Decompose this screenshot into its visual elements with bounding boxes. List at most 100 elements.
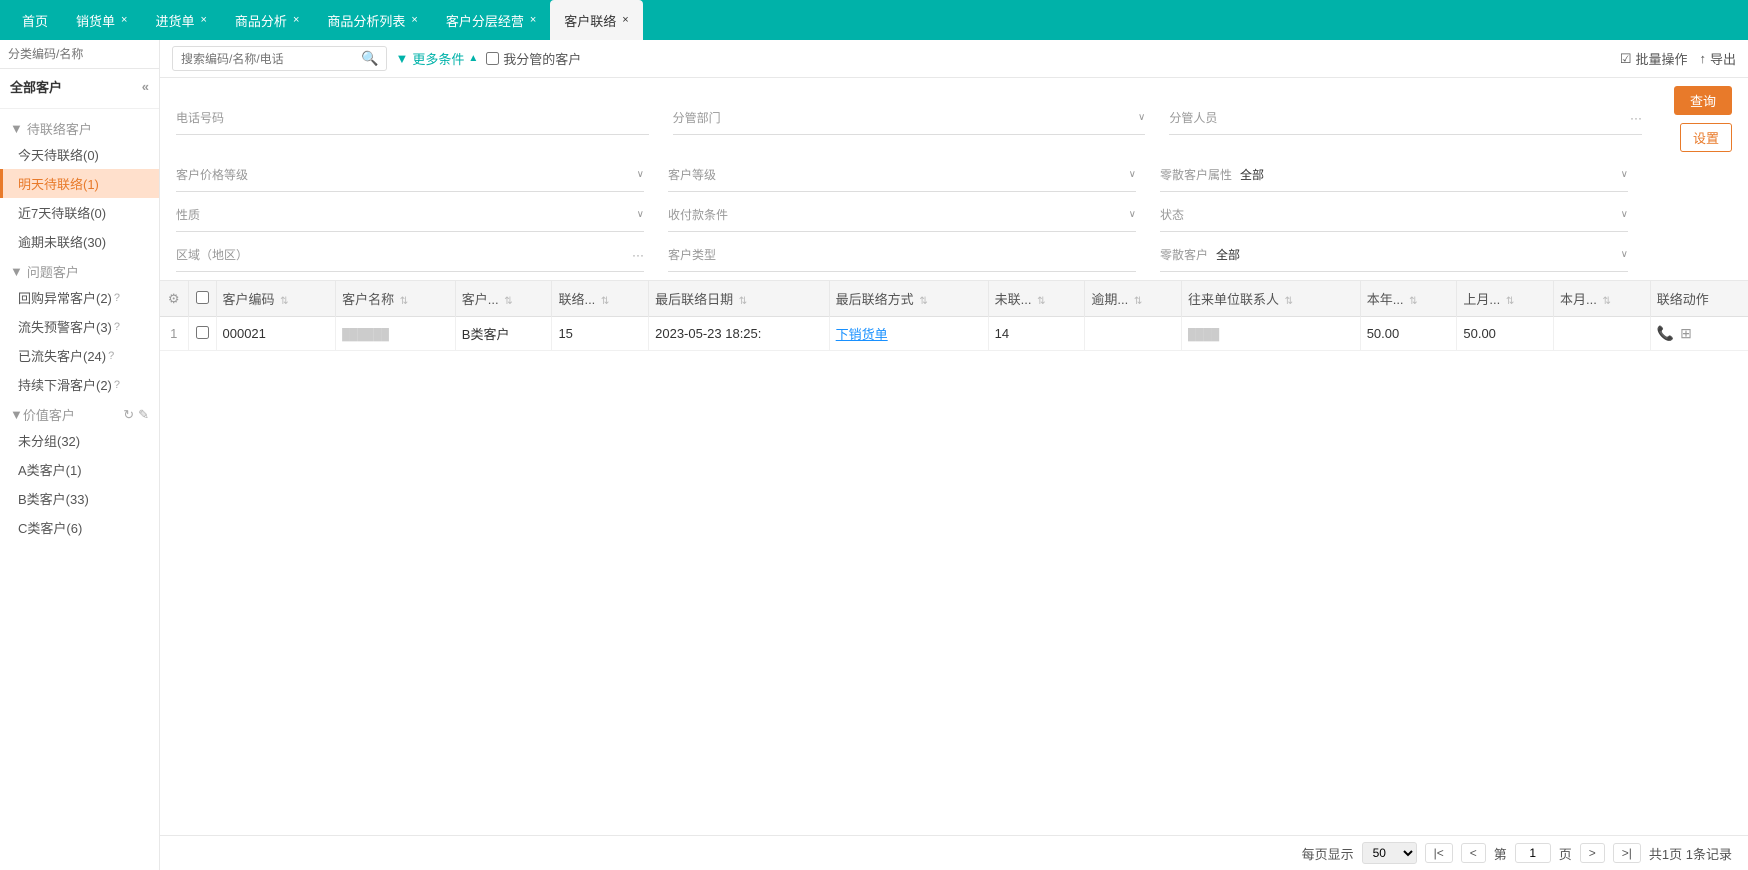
filter-type-label: 客户类型: [668, 246, 716, 263]
this-year-sort-icon[interactable]: ⇅: [1409, 296, 1417, 307]
filter-status-arrow-icon[interactable]: ∨: [1621, 209, 1628, 220]
sidebar-collapse-icon[interactable]: «: [142, 79, 149, 94]
filter-row-1: 电话号码 分管部门 ∨ 分管人员 ··· 查询 设置: [176, 86, 1732, 152]
nav-sales-order[interactable]: 销货单 ×: [62, 0, 141, 40]
col-last-month-header: 上月... ⇅: [1457, 281, 1554, 317]
nav-home[interactable]: 首页: [8, 0, 62, 40]
category-sort-icon[interactable]: ⇅: [504, 296, 512, 307]
sidebar-item-7days-pending[interactable]: 近7天待联络(0): [0, 198, 159, 227]
page-unit: 页: [1559, 844, 1572, 863]
unit-sort-icon[interactable]: ⇅: [1285, 296, 1293, 307]
name-sort-icon[interactable]: ⇅: [400, 296, 408, 307]
select-all-checkbox[interactable]: [196, 291, 209, 304]
export-button[interactable]: ↑ 导出: [1699, 49, 1736, 68]
loss-warning-help-icon: ?: [114, 321, 120, 333]
row-1-checkbox-cell: [188, 317, 216, 351]
close-sales-order-icon[interactable]: ×: [121, 14, 127, 26]
sidebar-search-input[interactable]: [8, 47, 160, 61]
filter-retail-attr-value: 全部: [1240, 166, 1617, 183]
filter-nature-arrow-icon[interactable]: ∨: [637, 209, 644, 220]
filter-retail-attr-label: 零散客户属性: [1160, 166, 1232, 183]
uncontact-sort-icon[interactable]: ⇅: [1037, 296, 1045, 307]
sidebar-item-loss-warning[interactable]: 流失预警客户(3) ?: [0, 312, 159, 341]
sidebar-all-customers[interactable]: 全部客户 «: [0, 69, 159, 104]
code-sort-icon[interactable]: ⇅: [280, 296, 288, 307]
edit-icon[interactable]: ✎: [138, 407, 149, 423]
filter-region-dots[interactable]: ···: [632, 248, 644, 262]
pagination-bar: 每页显示 50 100 200 |< < 第 页 > >| 共1页 1条记录: [160, 835, 1748, 870]
close-contact-icon[interactable]: ×: [622, 14, 628, 26]
refresh-icon[interactable]: ↻: [123, 407, 134, 423]
row-1-unit-blur: ████: [1188, 329, 1219, 341]
filter-person-dots[interactable]: ···: [1630, 111, 1642, 125]
filter-retail-arrow-icon[interactable]: ∨: [1621, 249, 1628, 260]
table-row: 1 000021 ██████ B类客户 15 2023-05-23 18:25…: [160, 317, 1748, 351]
more-filter-button[interactable]: ▼ 更多条件 ▲: [395, 49, 478, 68]
filter-payment-arrow-icon[interactable]: ∨: [1129, 209, 1136, 220]
contact-count-sort-icon[interactable]: ⇅: [601, 296, 609, 307]
last-method-sort-icon[interactable]: ⇅: [919, 296, 927, 307]
overdue-sort-icon[interactable]: ⇅: [1134, 296, 1142, 307]
last-date-sort-icon[interactable]: ⇅: [739, 296, 747, 307]
query-button[interactable]: 查询: [1674, 86, 1732, 115]
reset-button[interactable]: 设置: [1680, 123, 1732, 152]
prev-page-button[interactable]: <: [1461, 843, 1486, 863]
row-1-grid-icon[interactable]: ⊞: [1680, 325, 1692, 342]
col-settings-icon[interactable]: ⚙: [160, 281, 188, 317]
col-checkbox-header[interactable]: [188, 281, 216, 317]
sidebar-item-today-pending[interactable]: 今天待联络(0): [0, 140, 159, 169]
sidebar-item-ungrouped[interactable]: 未分组(32): [0, 426, 159, 455]
next-page-button[interactable]: >: [1580, 843, 1605, 863]
sidebar-item-tomorrow-pending[interactable]: 明天待联络(1): [0, 169, 159, 198]
close-product-analysis-icon[interactable]: ×: [293, 14, 299, 26]
sidebar-item-class-a[interactable]: A类客户(1): [0, 455, 159, 484]
last-page-button[interactable]: >|: [1613, 843, 1641, 863]
sidebar-group-problems: ▼ 问题客户: [0, 256, 159, 283]
sidebar-item-lost-customers[interactable]: 已流失客户(24) ?: [0, 341, 159, 370]
per-page-label: 每页显示: [1302, 844, 1354, 863]
row-1-checkbox[interactable]: [196, 326, 209, 339]
sidebar-item-class-c[interactable]: C类客户(6): [0, 513, 159, 542]
nav-customer-contact[interactable]: 客户联络 ×: [550, 0, 642, 40]
this-month-sort-icon[interactable]: ⇅: [1603, 296, 1611, 307]
row-1-method-link[interactable]: 下销货单: [836, 327, 888, 342]
per-page-select[interactable]: 50 100 200: [1362, 842, 1417, 864]
nav-product-analysis-list[interactable]: 商品分析列表 ×: [313, 0, 431, 40]
filter-price-arrow-icon[interactable]: ∨: [637, 169, 644, 180]
row-1-phone-icon[interactable]: 📞: [1657, 325, 1674, 342]
my-customers-checkbox[interactable]: [486, 52, 499, 65]
nav-purchase-order[interactable]: 进货单 ×: [141, 0, 220, 40]
sidebar-item-repurchase-abnormal[interactable]: 回购异常客户(2) ?: [0, 283, 159, 312]
problems-triangle-icon: ▼: [10, 264, 23, 279]
page-number-input[interactable]: [1515, 843, 1551, 863]
sidebar-item-overdue-contact[interactable]: 逾期未联络(30): [0, 227, 159, 256]
nav-customer-segmentation[interactable]: 客户分层经营 ×: [432, 0, 550, 40]
row-1-action-icons: 📞 ⊞: [1657, 325, 1742, 342]
customer-search-icon[interactable]: 🔍: [361, 50, 378, 67]
close-purchase-order-icon[interactable]: ×: [200, 14, 206, 26]
first-page-button[interactable]: |<: [1425, 843, 1453, 863]
sidebar-divider-1: [0, 108, 159, 109]
row-1-category: B类客户: [455, 317, 552, 351]
filter-row-4: 区域（地区） ··· 客户类型 零散客户 全部 ∨: [176, 240, 1732, 272]
row-1-contact-count: 15: [552, 317, 649, 351]
nav-product-analysis[interactable]: 商品分析 ×: [221, 0, 313, 40]
toolbar-right: ☑ 批量操作 ↑ 导出: [1620, 49, 1736, 68]
batch-operation-button[interactable]: ☑ 批量操作: [1620, 49, 1688, 68]
last-month-sort-icon[interactable]: ⇅: [1506, 296, 1514, 307]
close-segmentation-icon[interactable]: ×: [530, 14, 536, 26]
page-label: 第: [1494, 844, 1507, 863]
filter-dept-arrow-icon[interactable]: ∨: [1138, 112, 1145, 123]
filter-retail-attr: 零散客户属性 全部 ∨: [1160, 160, 1628, 192]
sidebar-item-class-b[interactable]: B类客户(33): [0, 484, 159, 513]
filter-retail-attr-arrow-icon[interactable]: ∨: [1621, 169, 1628, 180]
filter-customer-level: 客户等级 ∨: [668, 160, 1136, 192]
sidebar-item-declining[interactable]: 持续下滑客户(2) ?: [0, 370, 159, 399]
row-1-unit-contact: ████: [1182, 317, 1361, 351]
customer-search-input[interactable]: [181, 52, 361, 66]
filter-level-arrow-icon[interactable]: ∨: [1129, 169, 1136, 180]
my-customers-checkbox-label[interactable]: 我分管的客户: [486, 49, 581, 68]
filter-dept: 分管部门 ∨: [673, 103, 1146, 135]
row-1-last-method[interactable]: 下销货单: [829, 317, 988, 351]
close-product-list-icon[interactable]: ×: [411, 14, 417, 26]
